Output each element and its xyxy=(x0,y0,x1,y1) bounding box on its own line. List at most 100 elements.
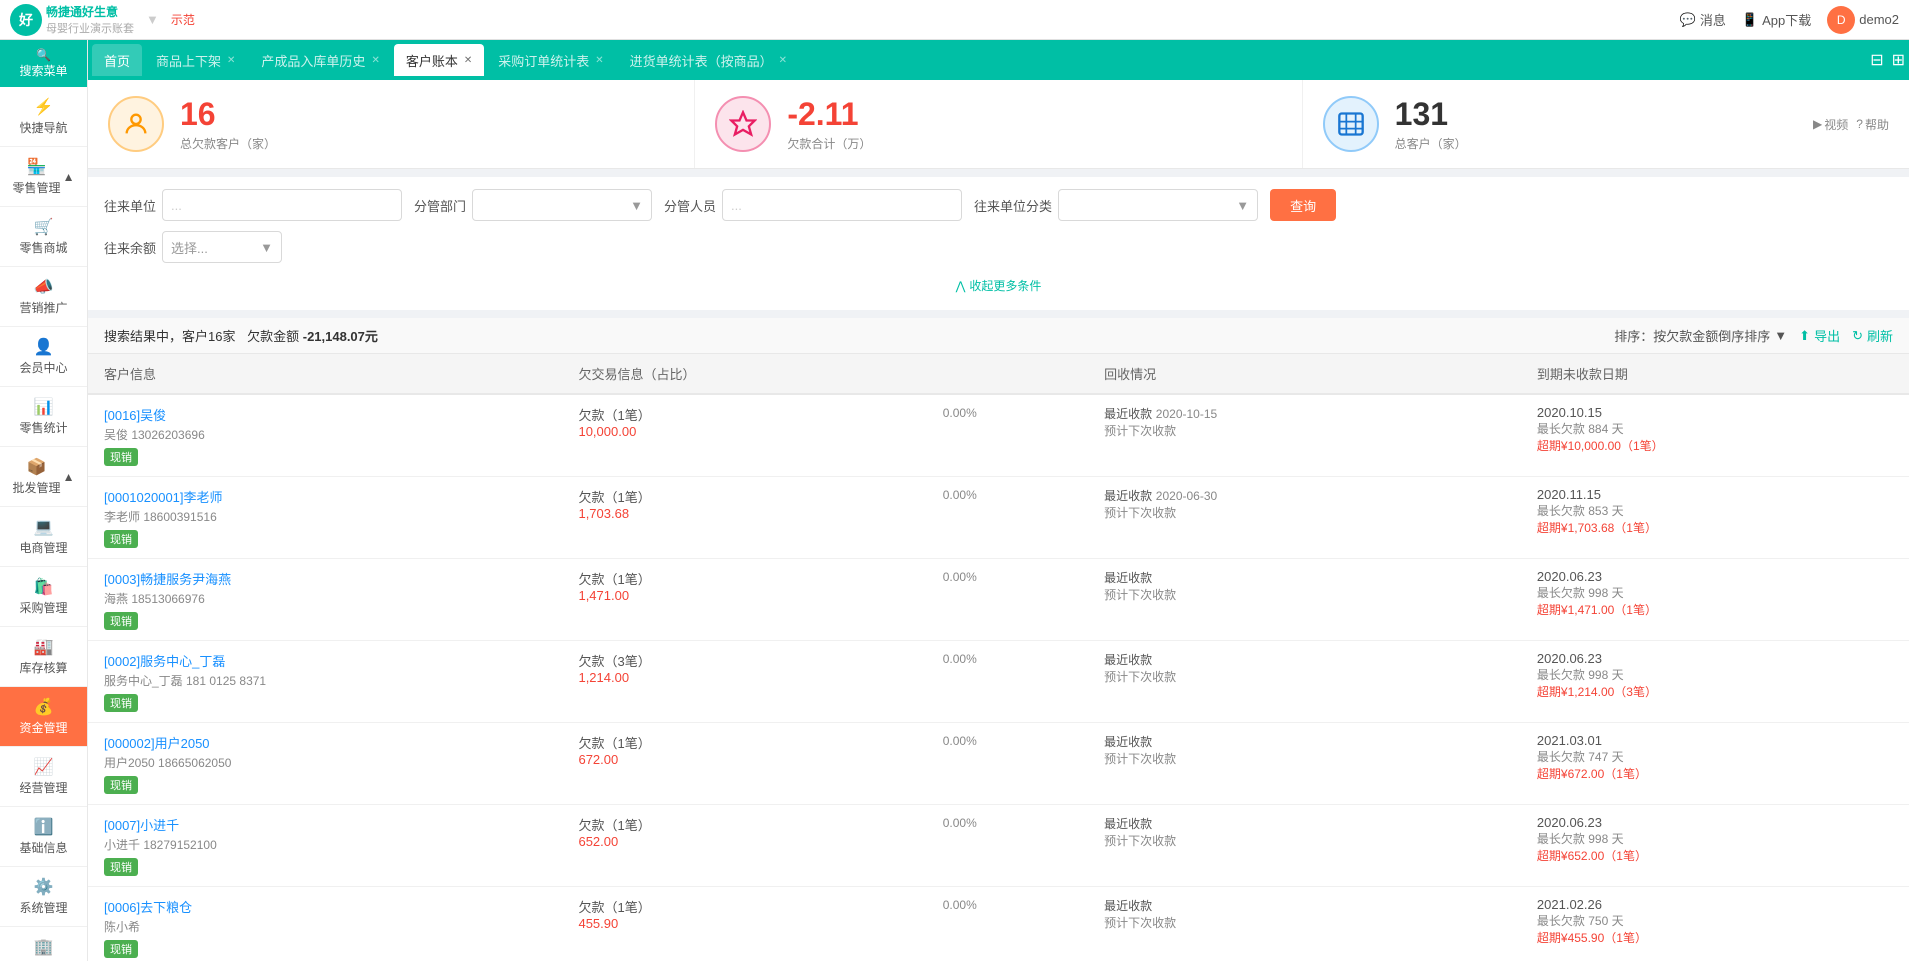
due-cell: 2021.02.26 最长欠款 750 天 超期¥455.90（1笔） xyxy=(1521,887,1909,961)
tab-minimize-icon[interactable]: ⊟ xyxy=(1870,50,1883,70)
sidebar-item-retail-stats[interactable]: 📊 零售统计 xyxy=(0,387,87,447)
sidebar-item-retail-store[interactable]: 🛒 零售商城 xyxy=(0,207,87,267)
debt-cell: 欠款（1笔） 652.00 xyxy=(562,805,926,887)
collect-next-cell xyxy=(1443,394,1521,477)
tab-production[interactable]: 产成品入库单历史 ✕ xyxy=(249,44,391,76)
tab-maximize-icon[interactable]: ⊞ xyxy=(1892,50,1905,70)
export-btn[interactable]: ⬆ 导出 xyxy=(1799,326,1840,345)
overdue-link[interactable]: 超期¥1,214.00（3笔） xyxy=(1537,683,1893,700)
stat-card-2: -2.11 欠款合计（万） xyxy=(695,80,1302,168)
filter-area: 往来单位 ... 分管部门 ▼ xyxy=(88,177,1909,310)
video-btn[interactable]: ▶ 视频 xyxy=(1813,116,1848,133)
help-btn[interactable]: ? 帮助 xyxy=(1856,116,1889,133)
customer-name-link[interactable]: [0003]畅捷服务尹海燕 xyxy=(104,569,546,588)
sort-select[interactable]: 排序：按欠款金额倒序排序 ▼ xyxy=(1614,326,1787,345)
customer-name-link[interactable]: [0002]服务中心_丁磊 xyxy=(104,651,546,670)
tab-close-goods-in[interactable]: ✕ xyxy=(779,55,787,66)
customer-cell: [0002]服务中心_丁磊 服务中心_丁磊 181 0125 8371 现销 xyxy=(88,641,562,723)
unit-input[interactable]: ... xyxy=(162,189,402,221)
sidebar-item-ecom[interactable]: 💻 电商管理 xyxy=(0,507,87,567)
overdue-link[interactable]: 超期¥652.00（1笔） xyxy=(1537,847,1893,864)
main-layout: 🔍 搜索菜单 ⚡ 快捷导航 🏪 零售管理 ▲ 🛒 零售商城 📣 营销推广 xyxy=(0,40,1909,961)
sidebar-item-quick-nav[interactable]: ⚡ 快捷导航 xyxy=(0,87,87,147)
sidebar-item-biz[interactable]: 📈 经营管理 xyxy=(0,747,87,807)
tab-close-purchase[interactable]: ✕ xyxy=(595,55,603,66)
sidebar-item-batch-mgmt[interactable]: 📦 批发管理 ▲ xyxy=(0,447,87,507)
sidebar-item-marketing[interactable]: 📣 营销推广 xyxy=(0,267,87,327)
customer-name-link[interactable]: [0016]吴俊 xyxy=(104,405,546,424)
collapse-btn[interactable]: ⋀ 收起更多条件 xyxy=(104,273,1893,298)
user-menu[interactable]: D demo2 xyxy=(1827,6,1899,34)
collect-cell: 最近收款 2020-10-15 预计下次收款 xyxy=(1088,394,1443,477)
table-row: [000002]用户2050 用户2050 18665062050 现销 欠款（… xyxy=(88,723,1909,805)
sidebar-item-member[interactable]: 👤 会员中心 xyxy=(0,327,87,387)
filter-row-1: 往来单位 ... 分管部门 ▼ xyxy=(104,189,1893,221)
debt-cell: 欠款（1笔） 1,471.00 xyxy=(562,559,926,641)
sidebar-item-system[interactable]: ⚙️ 系统管理 xyxy=(0,867,87,927)
customer-name-link[interactable]: [0007]小进千 xyxy=(104,815,546,834)
tab-bar-actions: ⊟ ⊞ xyxy=(1870,50,1905,70)
tab-products[interactable]: 商品上下架 ✕ xyxy=(144,44,247,76)
tab-goods-in[interactable]: 进货单统计表（按商品） ✕ xyxy=(618,44,799,76)
customer-name-link[interactable]: [0001020001]李老师 xyxy=(104,487,546,506)
tab-bar: 首页 商品上下架 ✕ 产成品入库单历史 ✕ 客户账本 ✕ 采购订单统计表 ✕ xyxy=(88,40,1909,80)
tab-close-customer[interactable]: ✕ xyxy=(464,55,472,66)
customer-badge: 现销 xyxy=(104,612,138,630)
chevron-down-icon-sort: ▼ xyxy=(1774,328,1787,343)
percent-cell: 0.00% xyxy=(927,641,1088,723)
logo-icon: 好 xyxy=(10,4,42,36)
collect-cell: 最近收款 预计下次收款 xyxy=(1088,641,1443,723)
category-select[interactable]: ▼ xyxy=(1058,189,1258,221)
tab-close-products[interactable]: ✕ xyxy=(227,55,235,66)
col-customer-info: 客户信息 xyxy=(88,354,562,394)
sidebar-item-retail-mgmt[interactable]: 🏪 零售管理 ▲ xyxy=(0,147,87,207)
collect-cell: 最近收款 2020-06-30 预计下次收款 xyxy=(1088,477,1443,559)
app-download-btn[interactable]: 📱 App下载 xyxy=(1742,10,1811,29)
customer-badge: 现销 xyxy=(104,694,138,712)
person-input[interactable]: ... xyxy=(722,189,962,221)
results-bar: 搜索结果中，客户16家 欠款金额 -21,148.07元 排序：按欠款金额倒序排… xyxy=(88,318,1909,354)
overdue-link[interactable]: 超期¥1,703.68（1笔） xyxy=(1537,519,1893,536)
app-wrapper: 好 畅捷通好生意 母婴行业演示账套 ▼ 示范 💬 消息 📱 App下载 D de… xyxy=(0,0,1909,961)
percent-cell: 0.00% xyxy=(927,723,1088,805)
col-collect: 回收情况 xyxy=(1088,354,1443,394)
sidebar-item-purchase[interactable]: 🛍️ 采购管理 xyxy=(0,567,87,627)
sidebar-item-basic[interactable]: ℹ️ 基础信息 xyxy=(0,807,87,867)
customer-cell: [0016]吴俊 吴俊 13026203696 现销 xyxy=(88,394,562,477)
top-bar: 好 畅捷通好生意 母婴行业演示账套 ▼ 示范 💬 消息 📱 App下载 D de… xyxy=(0,0,1909,40)
refresh-btn[interactable]: ↻ 刷新 xyxy=(1852,326,1893,345)
sidebar-item-capital[interactable]: 💰 资金管理 xyxy=(0,687,87,747)
debt-cell: 欠款（1笔） 455.90 xyxy=(562,887,926,961)
dept-select[interactable]: ▼ xyxy=(472,189,652,221)
collect-next-cell xyxy=(1443,805,1521,887)
query-btn[interactable]: 查询 xyxy=(1270,189,1336,221)
stat-card-1: 16 总欠款客户（家） xyxy=(88,80,695,168)
tab-purchase[interactable]: 采购订单统计表 ✕ xyxy=(486,44,615,76)
overdue-link[interactable]: 超期¥455.90（1笔） xyxy=(1537,929,1893,946)
message-btn[interactable]: 💬 消息 xyxy=(1680,10,1726,29)
tab-home[interactable]: 首页 xyxy=(92,44,142,76)
overdue-link[interactable]: 超期¥10,000.00（1笔） xyxy=(1537,437,1893,454)
help-icon: ? xyxy=(1856,117,1863,131)
customer-cell: [000002]用户2050 用户2050 18665062050 现销 xyxy=(88,723,562,805)
sidebar-item-enterprise[interactable]: 🏢 企业协同 xyxy=(0,927,87,961)
customer-sub-info: 用户2050 18665062050 xyxy=(104,754,546,771)
customer-name-link[interactable]: [0006]去下粮仓 xyxy=(104,897,546,916)
percent-cell: 0.00% xyxy=(927,887,1088,961)
collect-next-cell xyxy=(1443,559,1521,641)
customer-name-link[interactable]: [000002]用户2050 xyxy=(104,733,546,752)
balance-select[interactable]: 选择... ▼ xyxy=(162,231,282,263)
sort-label: 排序：按欠款金额倒序排序 xyxy=(1614,326,1770,345)
overdue-link[interactable]: 超期¥1,471.00（1笔） xyxy=(1537,601,1893,618)
table-container: 客户信息 欠交易信息（占比） 回收情况 到期未收款日期 xyxy=(88,354,1909,961)
tab-close-production[interactable]: ✕ xyxy=(371,55,379,66)
sidebar-item-inventory[interactable]: 🏭 库存核算 xyxy=(0,627,87,687)
stats-bar: 16 总欠款客户（家） -2.11 欠款合计（万） xyxy=(88,80,1909,169)
filter-balance: 往来余额 选择... ▼ xyxy=(104,231,282,263)
overdue-link[interactable]: 超期¥672.00（1笔） xyxy=(1537,765,1893,782)
sidebar-search[interactable]: 🔍 搜索菜单 xyxy=(0,40,87,87)
store-link[interactable]: 示范 xyxy=(171,11,195,28)
tab-customer[interactable]: 客户账本 ✕ xyxy=(394,44,484,76)
customer-sub-info: 吴俊 13026203696 xyxy=(104,426,546,443)
collect-cell: 最近收款 预计下次收款 xyxy=(1088,559,1443,641)
